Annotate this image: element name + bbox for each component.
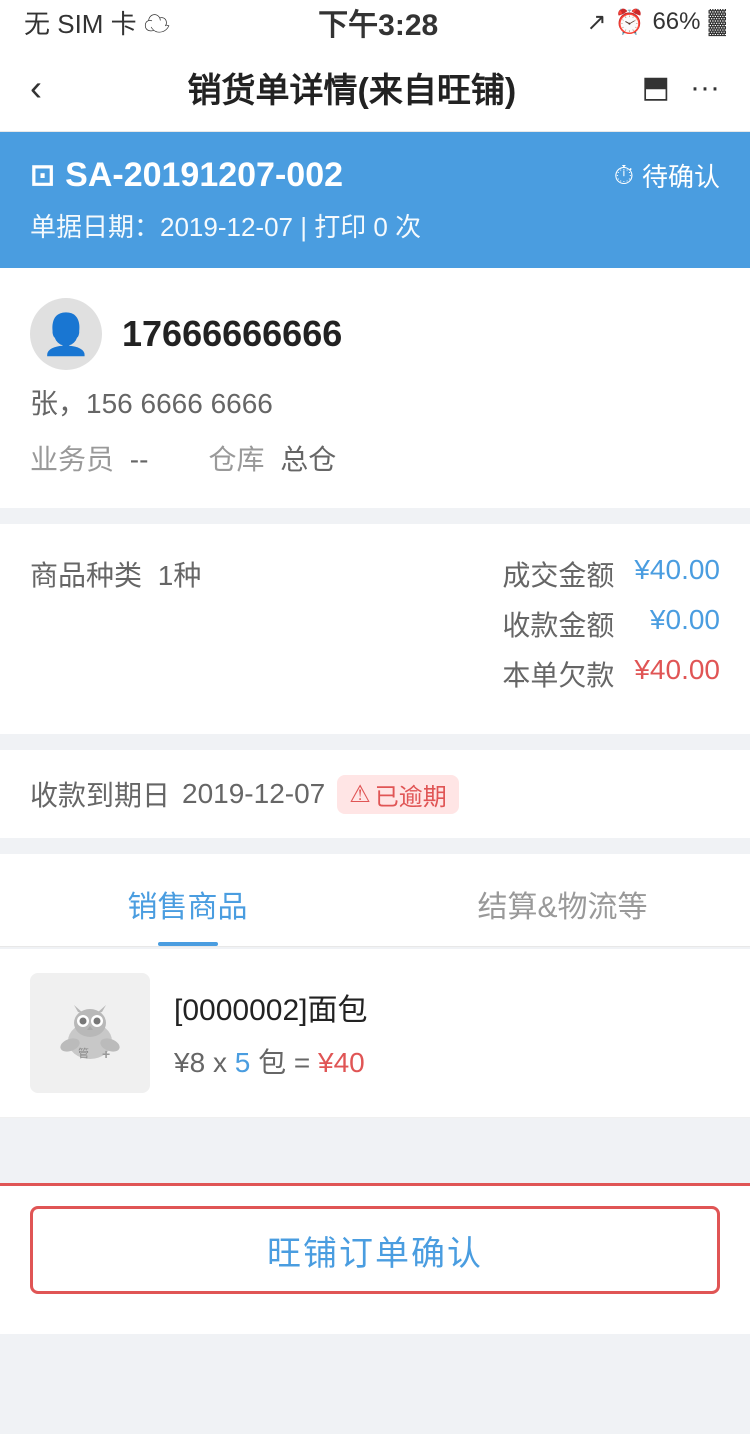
- received-label: 收款金额: [502, 604, 614, 644]
- product-thumbnail: + 管: [30, 973, 150, 1093]
- tabs-section: 销售商品 结算&物流等: [0, 854, 750, 947]
- status-left: 无 SIM 卡 ☁: [24, 4, 170, 41]
- product-price-row: ¥8 x 5 包 = ¥40: [174, 1041, 720, 1081]
- location-icon: ↗: [586, 8, 606, 37]
- sales-info: 业务员 --: [30, 438, 148, 478]
- product-section: + 管 [0000002]面包 ¥8 x 5 包 = ¥40: [0, 949, 750, 1118]
- customer-details: 业务员 -- 仓库 总仓: [30, 438, 720, 478]
- qty: 5: [235, 1047, 251, 1078]
- status-text: 待确认: [642, 157, 720, 194]
- warehouse-info: 仓库 总仓: [208, 438, 336, 478]
- order-status: ⏱ 待确认: [614, 157, 720, 194]
- total-price: ¥40: [318, 1047, 365, 1078]
- warehouse-label: 仓库: [208, 444, 264, 475]
- sales-label: 业务员: [30, 444, 114, 475]
- tab-settlement[interactable]: 结算&物流等: [375, 854, 750, 946]
- product-name: [0000002]面包: [174, 985, 720, 1029]
- order-header-top: ⊡ SA-20191207-002 ⏱ 待确认: [30, 156, 720, 195]
- owl-logo-svg: + 管: [50, 1003, 130, 1063]
- amount-value: ¥40.00: [634, 554, 720, 594]
- received-value: ¥0.00: [650, 604, 720, 644]
- battery-level: 66%: [652, 8, 700, 36]
- avatar-icon: 👤: [41, 311, 91, 358]
- nav-bar: ‹ 销货单详情(来自旺铺) ⬒ ···: [0, 44, 750, 132]
- due-label: 收款到期日: [30, 774, 170, 814]
- unit-price: ¥8: [174, 1047, 205, 1078]
- status-bar: 无 SIM 卡 ☁ 下午3:28 ↗ ⏰ 66% ▓: [0, 0, 750, 44]
- overdue-icon: ⚠: [349, 780, 371, 809]
- more-icon[interactable]: ···: [690, 71, 720, 105]
- order-icon: ⊡: [30, 158, 55, 193]
- avatar: 👤: [30, 298, 102, 370]
- battery-icon: ▓: [709, 8, 727, 36]
- due-section: 收款到期日 2019-12-07 ⚠ 已逾期: [0, 750, 750, 838]
- summary-right: 成交金额 ¥40.00 收款金额 ¥0.00 本单欠款 ¥40.00: [502, 554, 720, 704]
- summary-section: 商品种类 1种 成交金额 ¥40.00 收款金额 ¥0.00 本单欠款 ¥40.…: [0, 524, 750, 734]
- confirm-button[interactable]: 旺铺订单确认: [30, 1206, 720, 1294]
- nav-actions: ⬒ ···: [642, 70, 720, 105]
- amount-label: 成交金额: [502, 554, 614, 594]
- page-title: 销货单详情(来自旺铺): [62, 63, 642, 112]
- unit: 包: [258, 1047, 286, 1078]
- summary-left: 商品种类 1种: [30, 554, 201, 594]
- tab-products[interactable]: 销售商品: [0, 854, 375, 946]
- status-right: ↗ ⏰ 66% ▓: [586, 8, 726, 37]
- customer-row: 👤 17666666666: [30, 298, 720, 370]
- owed-value: ¥40.00: [634, 654, 720, 694]
- owed-row: 本单欠款 ¥40.00: [502, 654, 720, 694]
- overdue-badge: ⚠ 已逾期: [337, 775, 459, 814]
- received-row: 收款金额 ¥0.00: [502, 604, 720, 644]
- customer-phone: 17666666666: [122, 313, 342, 355]
- order-id-text: SA-20191207-002: [65, 156, 343, 195]
- type-label: 商品种类: [30, 560, 142, 591]
- customer-name: 张，156 6666 6666: [30, 382, 720, 422]
- product-info: [0000002]面包 ¥8 x 5 包 = ¥40: [174, 985, 720, 1081]
- due-date: 2019-12-07: [182, 778, 325, 810]
- svg-text:+: +: [102, 1046, 110, 1062]
- product-thumb-inner: + 管: [30, 973, 150, 1093]
- status-time: 下午3:28: [318, 0, 438, 44]
- alarm-icon: ⏰: [615, 8, 645, 37]
- sales-value: --: [130, 444, 149, 475]
- tabs-row: 销售商品 结算&物流等: [0, 854, 750, 947]
- sim-status: 无 SIM 卡 ☁: [24, 4, 170, 41]
- bottom-bar: 旺铺订单确认: [0, 1183, 750, 1334]
- multiply-sign: x: [213, 1047, 235, 1078]
- share-icon[interactable]: ⬒: [642, 70, 670, 105]
- warehouse-value: 总仓: [280, 444, 336, 475]
- order-meta: 单据日期：2019-12-07 | 打印 0 次: [30, 207, 720, 244]
- equals-sign: =: [294, 1047, 318, 1078]
- owed-label: 本单欠款: [502, 654, 614, 694]
- order-id: ⊡ SA-20191207-002: [30, 156, 343, 195]
- back-button[interactable]: ‹: [30, 67, 42, 109]
- type-value: 1种: [158, 560, 202, 591]
- clock-icon: ⏱: [614, 160, 634, 192]
- overdue-text: 已逾期: [375, 777, 447, 812]
- amount-row: 成交金额 ¥40.00: [502, 554, 720, 594]
- product-item: + 管 [0000002]面包 ¥8 x 5 包 = ¥40: [0, 949, 750, 1118]
- customer-section: 👤 17666666666 张，156 6666 6666 业务员 -- 仓库 …: [0, 268, 750, 508]
- svg-text:管: 管: [78, 1046, 89, 1060]
- order-header: ⊡ SA-20191207-002 ⏱ 待确认 单据日期：2019-12-07 …: [0, 132, 750, 268]
